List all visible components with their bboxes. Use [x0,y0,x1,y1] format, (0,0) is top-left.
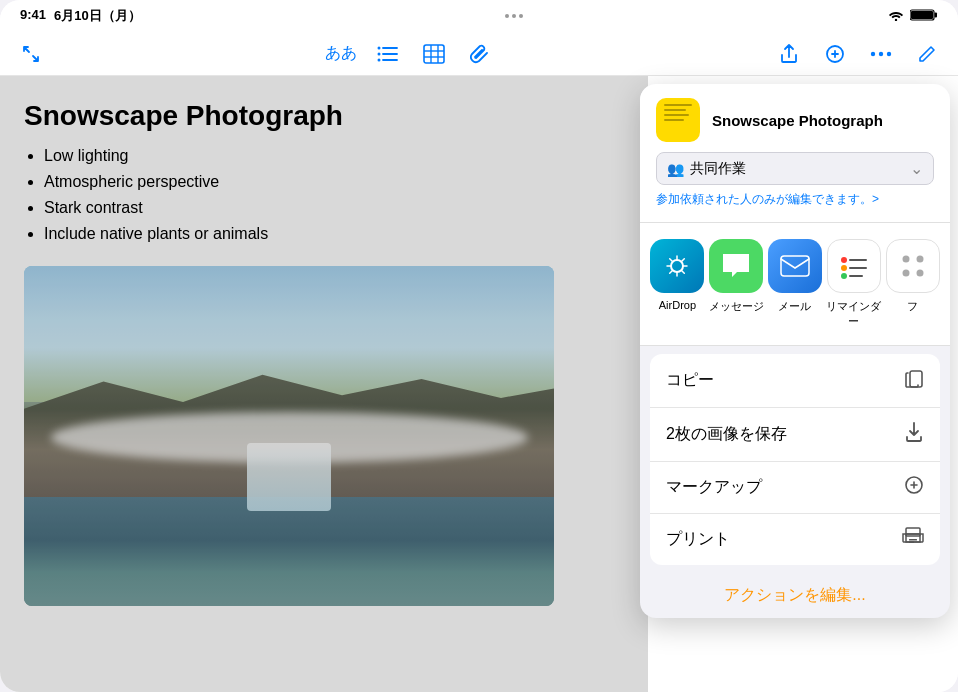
svg-rect-34 [909,539,917,541]
svg-rect-31 [910,371,922,387]
svg-point-18 [887,51,891,55]
share-title: Snowscape Photograph [712,112,883,129]
svg-point-0 [895,18,897,20]
copy-label: コピー [666,370,714,391]
note-image [24,266,554,606]
share-header-top: Snowscape Photograph [656,98,934,142]
copy-icon [904,367,924,394]
reminders-label: リマインダー [824,299,883,329]
attach-button[interactable] [465,39,495,69]
messages-icon [709,239,763,293]
more-app[interactable]: フ [883,239,942,329]
svg-point-29 [902,270,909,277]
share-panel: Snowscape Photograph 👥 共同作業 ⌄ 参加依頼された人のみ… [640,84,950,618]
toolbar-left [16,39,46,69]
share-actions-list: コピー 2枚の画像を保存 [650,354,940,565]
print-label: プリント [666,529,730,550]
collaboration-label-group: 👥 共同作業 [667,160,746,178]
svg-point-21 [841,257,847,263]
toolbar-center: ああ [325,39,495,69]
mail-label: メール [778,299,811,314]
table-button[interactable] [419,39,449,69]
svg-point-16 [871,51,875,55]
battery-icon [910,8,938,25]
save-images-label: 2枚の画像を保存 [666,424,787,445]
print-icon [902,527,924,552]
save-images-action[interactable]: 2枚の画像を保存 [650,408,940,462]
toolbar-right [774,39,942,69]
airdrop-icon [650,239,704,293]
share-button[interactable] [774,39,804,69]
dot-2 [512,14,516,18]
svg-rect-35 [909,542,914,544]
messages-label: メッセージ [709,299,764,314]
collaboration-selector[interactable]: 👥 共同作業 ⌄ [656,152,934,185]
svg-point-22 [841,265,847,271]
more-button[interactable] [866,39,896,69]
status-center [505,14,523,18]
note-app-icon [656,98,700,142]
status-date: 6月10日（月） [54,7,141,25]
status-time: 9:41 [20,7,46,25]
chevron-down-icon: ⌄ [910,159,923,178]
svg-point-4 [378,46,381,49]
status-bar-right [888,8,938,25]
svg-rect-20 [781,256,809,276]
airdrop-label: AirDrop [659,299,696,311]
messages-app[interactable]: メッセージ [707,239,766,329]
svg-rect-3 [911,11,933,19]
airdrop-app[interactable]: AirDrop [648,239,707,329]
svg-point-23 [841,273,847,279]
edit-button[interactable] [912,39,942,69]
share-apps-row: AirDrop メッセージ [640,223,950,346]
markup-action-icon [904,475,924,500]
print-action[interactable]: プリント [650,514,940,565]
mail-app[interactable]: メール [766,239,825,329]
dot-3 [519,14,523,18]
status-bar-left: 9:41 6月10日（月） [20,7,141,25]
svg-point-8 [378,58,381,61]
reminders-icon [827,239,881,293]
edit-actions-button[interactable]: アクションを編集... [640,573,950,618]
more-apps-icon [886,239,940,293]
svg-rect-10 [424,45,444,63]
mail-icon [768,239,822,293]
svg-point-17 [879,51,883,55]
svg-point-27 [902,256,909,263]
svg-point-6 [378,52,381,55]
main-content: Snowscape Photograph Low lighting Atmosp… [0,76,958,692]
markup-button[interactable] [820,39,850,69]
toolbar: ああ [0,32,958,76]
status-bar: 9:41 6月10日（月） [0,0,958,32]
share-header: Snowscape Photograph 👥 共同作業 ⌄ 参加依頼された人のみ… [640,84,950,223]
markup-action-label: マークアップ [666,477,762,498]
reminders-app[interactable]: リマインダー [824,239,883,329]
people-icon: 👥 [667,161,684,177]
save-icon [904,421,924,448]
svg-point-28 [916,256,923,263]
svg-rect-33 [906,528,920,536]
svg-rect-2 [934,12,937,17]
copy-action[interactable]: コピー [650,354,940,408]
collaboration-label: 共同作業 [690,160,746,178]
svg-point-30 [916,270,923,277]
more-apps-label: フ [907,299,918,314]
permission-text[interactable]: 参加依頼された人のみが編集できます。> [656,191,934,208]
list-button[interactable] [373,39,403,69]
share-sheet: Snowscape Photograph 👥 共同作業 ⌄ 参加依頼された人のみ… [618,76,958,692]
dot-1 [505,14,509,18]
collapse-button[interactable] [16,39,46,69]
ipad-frame: 9:41 6月10日（月） [0,0,958,692]
text-style-button[interactable]: ああ [325,43,357,64]
markup-action[interactable]: マークアップ [650,462,940,514]
wifi-icon [888,9,904,24]
